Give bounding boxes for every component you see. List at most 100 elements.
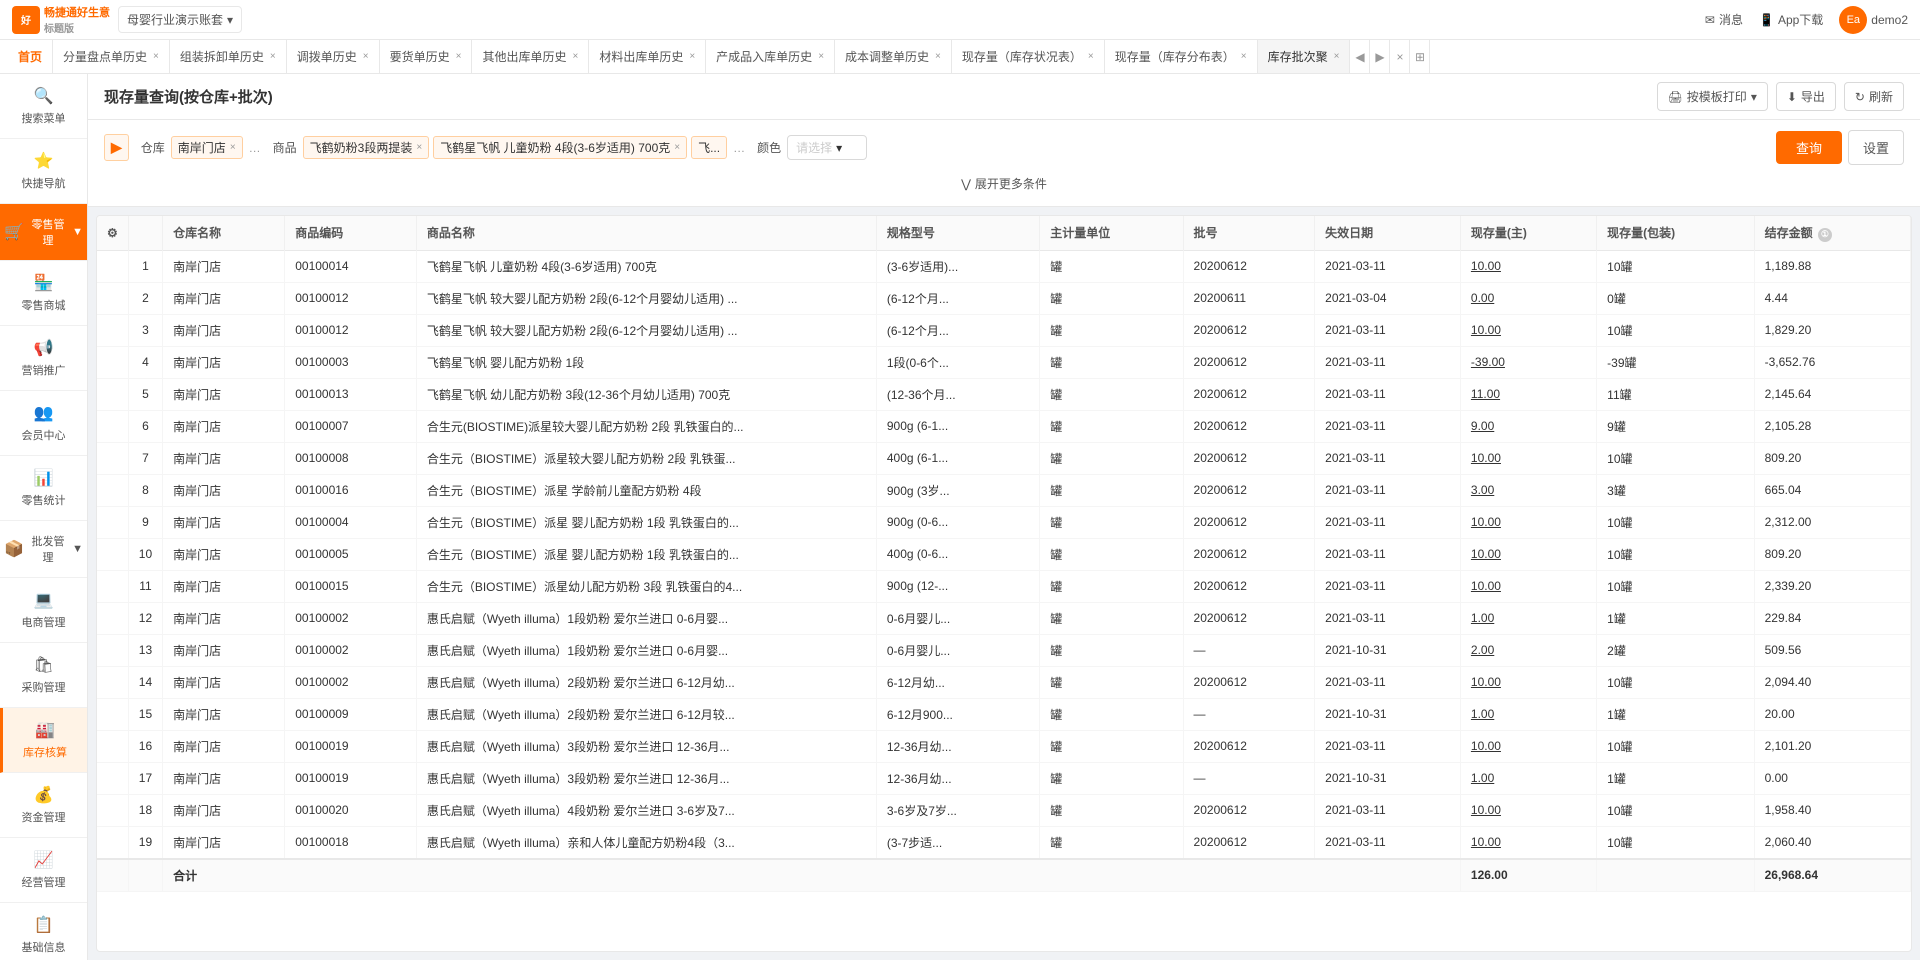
tab-close-tiao-bo[interactable]: × [363,51,369,62]
warehouse-tag-close[interactable]: × [230,142,236,153]
app-download-button[interactable]: 📱 App下载 [1759,11,1823,28]
row-stock-main[interactable]: 10.00 [1460,666,1596,698]
row-stock-main[interactable]: 9.00 [1460,410,1596,442]
sidebar-item-marketing[interactable]: 📢 营销推广 [0,326,87,391]
sidebar-item-operations[interactable]: 📈 经营管理 [0,838,87,903]
row-stock-main[interactable]: 10.00 [1460,730,1596,762]
row-stock-main[interactable]: 3.00 [1460,474,1596,506]
row-stock-main[interactable]: 10.00 [1460,570,1596,602]
refresh-button[interactable]: ↻ 刷新 [1844,82,1904,111]
row-stock-main[interactable]: 1.00 [1460,762,1596,794]
tab-close-chan-pin[interactable]: × [818,51,824,62]
row-spec: 1段(0-6个... [876,346,1039,378]
row-stock-main[interactable]: 2.00 [1460,634,1596,666]
tab-close-yao-huo[interactable]: × [456,51,462,62]
row-expire: 2021-10-31 [1315,698,1461,730]
settings-gear-icon[interactable]: ⚙ [107,226,118,240]
sidebar-item-wholesale[interactable]: 📦 批发管理 ▼ [0,521,87,578]
template-print-button[interactable]: 🖨 按模板打印 ▾ [1657,82,1768,111]
row-name: 惠氏启赋（Wyeth illuma）亲和人体儿童配方奶粉4段（3... [416,826,876,859]
tab-close-ku-cun[interactable]: × [1334,51,1340,62]
tab-prev-btn[interactable]: ◀ [1350,40,1370,74]
user-area[interactable]: Ea demo2 [1839,6,1908,34]
tab-home[interactable]: 首页 [8,40,53,74]
refresh-icon: ↻ [1855,90,1865,104]
table-row: 13 南岸门店 00100002 惠氏启赋（Wyeth illuma）1段奶粉 … [97,634,1911,666]
tab-close-xian-cun1[interactable]: × [1088,51,1094,62]
warehouse-filter-more[interactable]: … [249,141,261,155]
product-tag-1-close[interactable]: × [416,142,422,153]
row-stock-main[interactable]: 10.00 [1460,442,1596,474]
row-stock-main[interactable]: 0.00 [1460,282,1596,314]
settings-button[interactable]: 设置 [1848,130,1904,165]
product-tag-2-close[interactable]: × [674,142,680,153]
export-button[interactable]: ⬇ 导出 [1776,82,1836,111]
tab-cheng-ben[interactable]: 成本调整单历史 × [835,40,952,74]
sidebar-item-finance[interactable]: 💰 资金管理 [0,773,87,838]
tab-fen-pan[interactable]: 分量盘点单历史 × [53,40,170,74]
tab-xian-cun2[interactable]: 现存量（库存分布表） × [1105,40,1258,74]
tab-bar: 首页 分量盘点单历史 × 组装拆卸单历史 × 调拨单历史 × 要货单历史 × 其… [0,40,1920,74]
tab-ku-cun-pi-ci[interactable]: 库存批次聚 × [1258,40,1351,74]
base-info-icon: 📋 [34,915,54,935]
col-settings[interactable]: ⚙ [97,216,128,250]
tab-close-cai-liao[interactable]: × [689,51,695,62]
row-stock-main[interactable]: 10.00 [1460,794,1596,826]
color-dropdown[interactable]: 请选择 ▾ [787,135,867,160]
sidebar-item-shortcut[interactable]: ⭐ 快捷导航 [0,139,87,204]
row-stock-main[interactable]: -39.00 [1460,346,1596,378]
sidebar-item-base-info[interactable]: 📋 基础信息 [0,903,87,960]
row-settings-cell [97,698,128,730]
row-stock-main[interactable]: 10.00 [1460,538,1596,570]
tab-qi-ta[interactable]: 其他出库单历史 × [472,40,589,74]
sidebar-item-purchase[interactable]: 🛍 采购管理 [0,643,87,708]
row-batch: 20200612 [1183,378,1315,410]
sidebar-item-search[interactable]: 🔍 搜索菜单 [0,74,87,139]
tab-close-qi-ta[interactable]: × [572,51,578,62]
tab-close-all-btn[interactable]: × [1390,40,1410,74]
tab-zu-chai[interactable]: 组装拆卸单历史 × [170,40,287,74]
tab-next-btn[interactable]: ▶ [1370,40,1390,74]
row-expire: 2021-10-31 [1315,762,1461,794]
row-stock-pack: 10罐 [1597,442,1754,474]
sidebar-item-retail-mgmt[interactable]: 🛒 零售管理 ▼ [0,204,87,261]
query-button[interactable]: 查询 [1776,131,1842,164]
row-stock-pack: 0罐 [1597,282,1754,314]
tab-xian-cun1[interactable]: 现存量（库存状况表） × [952,40,1105,74]
message-button[interactable]: ✉ 消息 [1705,11,1743,28]
tab-close-zu-chai[interactable]: × [270,51,276,62]
row-code: 00100005 [285,538,417,570]
col-unit: 主计量单位 [1040,216,1183,250]
workspace-selector[interactable]: 母婴行业演示账套 ▾ [118,6,242,33]
row-name: 惠氏启赋（Wyeth illuma）2段奶粉 爱尔兰进口 6-12月较... [416,698,876,730]
sidebar-item-member[interactable]: 👥 会员中心 [0,391,87,456]
sidebar-label-retail-mgmt: 零售管理 [28,216,68,248]
product-filter-more[interactable]: … [733,141,745,155]
tab-close-xian-cun2[interactable]: × [1241,51,1247,62]
row-stock-main[interactable]: 10.00 [1460,506,1596,538]
row-stock-main[interactable]: 10.00 [1460,826,1596,859]
filter-expand-arrow[interactable]: ▶ [104,134,129,161]
tab-chan-pin[interactable]: 产成品入库单历史 × [706,40,835,74]
row-stock-main[interactable]: 10.00 [1460,250,1596,282]
row-unit: 罐 [1040,794,1183,826]
row-stock-main[interactable]: 1.00 [1460,602,1596,634]
tab-more-btn[interactable]: ⊞ [1410,40,1430,74]
row-stock-main[interactable]: 1.00 [1460,698,1596,730]
sidebar-item-ecommerce[interactable]: 💻 电商管理 [0,578,87,643]
expand-more-button[interactable]: ⋁ 展开更多条件 [104,171,1904,196]
row-stock-main[interactable]: 11.00 [1460,378,1596,410]
tab-close-cheng-ben[interactable]: × [935,51,941,62]
row-name: 合生元（BIOSTIME）派星较大婴儿配方奶粉 2段 乳铁蛋... [416,442,876,474]
tab-close-fen-pan[interactable]: × [153,51,159,62]
tab-tiao-bo[interactable]: 调拨单历史 × [287,40,380,74]
balance-info-icon[interactable]: ① [1818,228,1832,242]
row-stock-main[interactable]: 10.00 [1460,314,1596,346]
sidebar-item-retail-mall[interactable]: 🏪 零售商城 [0,261,87,326]
sidebar-item-retail-stats[interactable]: 📊 零售统计 [0,456,87,521]
row-code: 00100014 [285,250,417,282]
tab-cai-liao[interactable]: 材料出库单历史 × [589,40,706,74]
tab-yao-huo[interactable]: 要货单历史 × [380,40,473,74]
row-spec: 12-36月幼... [876,730,1039,762]
sidebar-item-inventory[interactable]: 🏭 库存核算 [0,708,87,773]
